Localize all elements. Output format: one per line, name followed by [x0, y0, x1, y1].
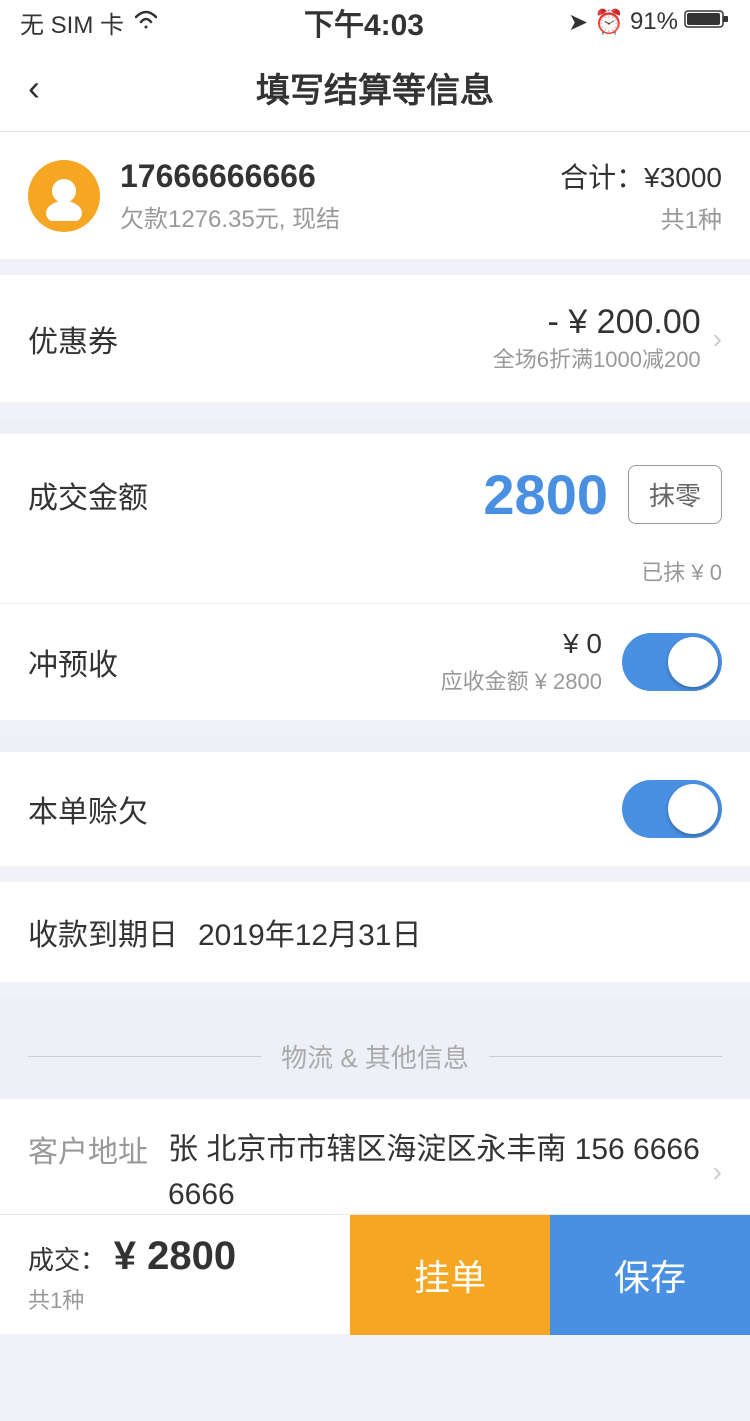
precharge-receivable: 应收金额 ¥ 2800 [441, 664, 602, 696]
save-button[interactable]: 保存 [550, 1215, 750, 1335]
pending-button[interactable]: 挂单 [350, 1215, 550, 1335]
footer-deal-label: 成交： [28, 1245, 106, 1275]
logistics-line-left [28, 1056, 261, 1057]
location-icon: ➤ [568, 8, 588, 37]
coupon-right: - ¥ 200.00 全场6折满1000减200 › [493, 303, 722, 374]
address-label: 客户地址 [28, 1127, 148, 1171]
coupon-label: 优惠券 [28, 317, 118, 361]
logistics-line-right [489, 1056, 722, 1057]
wifi-icon [132, 8, 160, 36]
footer-deal-row: 成交： ¥ 2800 [28, 1234, 322, 1279]
customer-phone: 17666666666 [120, 158, 340, 195]
deal-section: 成交金额 2800 抹零 已抹 ¥ 0 冲预收 ¥ 0 应收金额 ¥ 2800 [0, 434, 750, 720]
separator-3 [0, 998, 750, 1014]
total-count: 共1种 [560, 200, 722, 235]
coupon-row[interactable]: 优惠券 - ¥ 200.00 全场6折满1000减200 › [0, 275, 750, 402]
deal-row: 成交金额 2800 抹零 [0, 434, 750, 555]
separator-1 [0, 418, 750, 434]
back-button[interactable]: ‹ [28, 67, 40, 109]
status-bar: 无 SIM 卡 下午4:03 ➤ ⏰ 91% [0, 0, 750, 44]
battery-icon [684, 8, 730, 37]
deal-label: 成交金额 [28, 473, 148, 517]
coupon-info: - ¥ 200.00 全场6折满1000减200 [493, 303, 701, 374]
debt-section: 本单赊欠 [0, 752, 750, 866]
footer-count: 共1种 [28, 1283, 322, 1315]
avatar [28, 160, 100, 232]
customer-left: 17666666666 欠款1276.35元, 现结 [28, 158, 340, 234]
debt-toggle-knob [668, 784, 718, 834]
precharge-amount-block: ¥ 0 应收金额 ¥ 2800 [441, 628, 602, 696]
logistics-separator: 物流 & 其他信息 [0, 1014, 750, 1099]
battery-level: 91% [630, 8, 678, 36]
debt-label: 本单赊欠 [28, 787, 148, 831]
duedate-value: 2019年12月31日 [198, 910, 421, 954]
footer-info: 成交： ¥ 2800 共1种 [0, 1234, 350, 1315]
customer-row: 17666666666 欠款1276.35元, 现结 合计：¥3000 共1种 [0, 132, 750, 259]
duedate-label: 收款到期日 [28, 910, 178, 954]
precharge-toggle[interactable] [622, 633, 722, 691]
nav-bar: ‹ 填写结算等信息 [0, 44, 750, 132]
precharge-right: ¥ 0 应收金额 ¥ 2800 [441, 628, 722, 696]
precharge-amount: ¥ 0 [441, 628, 602, 660]
deal-right: 2800 抹零 [483, 462, 722, 527]
total-amount: 合计：¥3000 [560, 156, 722, 196]
logistics-text: 物流 & 其他信息 [281, 1038, 469, 1075]
sim-status: 无 SIM 卡 [20, 5, 124, 40]
precharge-row: 冲预收 ¥ 0 应收金额 ¥ 2800 [0, 603, 750, 720]
customer-right: 合计：¥3000 共1种 [560, 156, 722, 235]
chevron-right-icon: › [713, 323, 722, 355]
debt-toggle[interactable] [622, 780, 722, 838]
separator-2 [0, 736, 750, 752]
customer-sub: 欠款1276.35元, 现结 [120, 199, 340, 234]
round-zero-button[interactable]: 抹零 [628, 465, 722, 524]
status-right: ➤ ⏰ 91% [568, 8, 730, 37]
coupon-desc: 全场6折满1000减200 [493, 342, 701, 374]
deal-sub: 已抹 ¥ 0 [0, 555, 750, 603]
alarm-icon: ⏰ [594, 8, 624, 37]
status-time: 下午4:03 [304, 0, 424, 44]
coupon-amount: - ¥ 200.00 [493, 303, 701, 342]
footer: 成交： ¥ 2800 共1种 挂单 保存 [0, 1214, 750, 1334]
customer-info: 17666666666 欠款1276.35元, 现结 [120, 158, 340, 234]
deal-amount: 2800 [483, 462, 608, 527]
status-left: 无 SIM 卡 [20, 5, 160, 40]
duedate-section: 收款到期日 2019年12月31日 [0, 882, 750, 982]
page-title: 填写结算等信息 [256, 63, 494, 112]
address-chevron-icon: › [713, 1156, 722, 1188]
address-value: 张 北京市市辖区海淀区永丰南 156 6666 6666 [168, 1127, 701, 1217]
footer-deal-amount: ¥ 2800 [114, 1234, 236, 1278]
precharge-label: 冲预收 [28, 640, 118, 684]
toggle-knob [668, 637, 718, 687]
